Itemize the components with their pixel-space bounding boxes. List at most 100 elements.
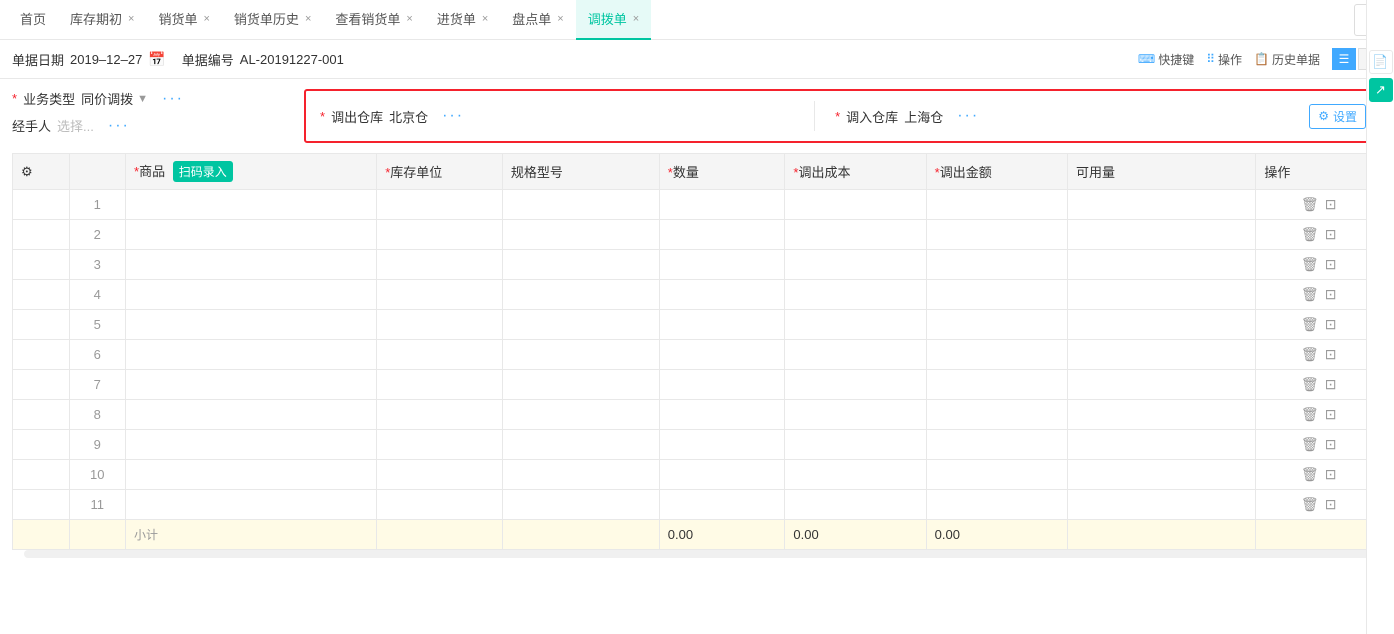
table-cell-amount-4[interactable]	[926, 280, 1067, 310]
table-cell-spec-4[interactable]	[502, 280, 659, 310]
table-cell-cost-10[interactable]	[785, 460, 926, 490]
table-cell-amount-2[interactable]	[926, 220, 1067, 250]
table-cell-amount-7[interactable]	[926, 370, 1067, 400]
table-cell-cost-9[interactable]	[785, 430, 926, 460]
tab-close-inventory[interactable]: ×	[557, 13, 563, 25]
table-cell-qty-3[interactable]	[659, 250, 785, 280]
tab-close-sales-history[interactable]: ×	[305, 13, 311, 25]
table-cell-product-4[interactable]	[126, 280, 377, 310]
tab-close-view-sales[interactable]: ×	[406, 13, 412, 25]
table-cell-unit-3[interactable]	[377, 250, 503, 280]
handler-select[interactable]: 选择...	[57, 116, 94, 135]
tab-close-purchase[interactable]: ×	[482, 13, 488, 25]
tab-sales-order[interactable]: 销货单 ×	[146, 0, 221, 40]
delete-icon-2[interactable]: 🗑	[1301, 226, 1319, 243]
table-cell-qty-4[interactable]	[659, 280, 785, 310]
shortcuts-button[interactable]: ⌨ 快捷键	[1138, 51, 1194, 68]
table-cell-spec-3[interactable]	[502, 250, 659, 280]
table-cell-product-2[interactable]	[126, 220, 377, 250]
table-cell-product-8[interactable]	[126, 400, 377, 430]
table-cell-amount-1[interactable]	[926, 190, 1067, 220]
table-cell-qty-9[interactable]	[659, 430, 785, 460]
table-settings-icon[interactable]: ⚙	[21, 164, 33, 179]
table-cell-unit-4[interactable]	[377, 280, 503, 310]
table-cell-amount-6[interactable]	[926, 340, 1067, 370]
table-cell-product-1[interactable]	[126, 190, 377, 220]
copy-icon-5[interactable]: ⊡	[1325, 316, 1337, 333]
copy-icon-2[interactable]: ⊡	[1325, 226, 1337, 243]
table-cell-unit-5[interactable]	[377, 310, 503, 340]
table-cell-spec-10[interactable]	[502, 460, 659, 490]
copy-icon-11[interactable]: ⊡	[1325, 496, 1337, 513]
table-cell-cost-3[interactable]	[785, 250, 926, 280]
delete-icon-11[interactable]: 🗑	[1301, 496, 1319, 513]
table-cell-spec-8[interactable]	[502, 400, 659, 430]
table-cell-product-11[interactable]	[126, 490, 377, 520]
tab-inventory-init[interactable]: 库存期初 ×	[58, 0, 146, 40]
handler-dots[interactable]: ···	[108, 117, 130, 135]
table-cell-qty-2[interactable]	[659, 220, 785, 250]
table-cell-product-5[interactable]	[126, 310, 377, 340]
table-cell-amount-11[interactable]	[926, 490, 1067, 520]
sidebar-notes-button[interactable]: 📄	[1369, 50, 1393, 74]
table-cell-amount-5[interactable]	[926, 310, 1067, 340]
table-cell-cost-2[interactable]	[785, 220, 926, 250]
delete-icon-4[interactable]: 🗑	[1301, 286, 1319, 303]
copy-icon-9[interactable]: ⊡	[1325, 436, 1337, 453]
tab-transfer[interactable]: 调拨单 ×	[576, 0, 651, 40]
copy-icon-10[interactable]: ⊡	[1325, 466, 1337, 483]
tab-close-sales-order[interactable]: ×	[203, 13, 209, 25]
table-cell-cost-7[interactable]	[785, 370, 926, 400]
table-cell-product-9[interactable]	[126, 430, 377, 460]
delete-icon-10[interactable]: 🗑	[1301, 466, 1319, 483]
delete-icon-6[interactable]: 🗑	[1301, 346, 1319, 363]
history-button[interactable]: 📋 历史单据	[1254, 51, 1320, 68]
table-cell-product-3[interactable]	[126, 250, 377, 280]
table-cell-unit-7[interactable]	[377, 370, 503, 400]
table-cell-qty-10[interactable]	[659, 460, 785, 490]
table-cell-cost-5[interactable]	[785, 310, 926, 340]
business-type-select[interactable]: 同价调拨 ▼	[81, 89, 148, 108]
tab-close-inventory-init[interactable]: ×	[128, 13, 134, 25]
settings-button[interactable]: ⚙ 设置	[1309, 104, 1366, 129]
table-cell-qty-1[interactable]	[659, 190, 785, 220]
table-cell-cost-6[interactable]	[785, 340, 926, 370]
horizontal-scrollbar[interactable]	[24, 550, 1370, 558]
view-list-button[interactable]: ☰	[1332, 48, 1356, 70]
table-cell-unit-1[interactable]	[377, 190, 503, 220]
transfer-out-dots[interactable]: ···	[442, 107, 464, 125]
table-cell-product-10[interactable]	[126, 460, 377, 490]
table-cell-spec-5[interactable]	[502, 310, 659, 340]
scan-enter-button[interactable]: 扫码录入	[173, 161, 233, 182]
operations-button[interactable]: ⠿ 操作	[1206, 51, 1242, 68]
table-cell-qty-7[interactable]	[659, 370, 785, 400]
table-cell-amount-8[interactable]	[926, 400, 1067, 430]
tab-inventory[interactable]: 盘点单 ×	[500, 0, 575, 40]
table-cell-spec-11[interactable]	[502, 490, 659, 520]
table-cell-spec-2[interactable]	[502, 220, 659, 250]
delete-icon-7[interactable]: 🗑	[1301, 376, 1319, 393]
table-cell-cost-4[interactable]	[785, 280, 926, 310]
table-cell-unit-11[interactable]	[377, 490, 503, 520]
table-cell-qty-8[interactable]	[659, 400, 785, 430]
delete-icon-8[interactable]: 🗑	[1301, 406, 1319, 423]
table-cell-spec-1[interactable]	[502, 190, 659, 220]
copy-icon-8[interactable]: ⊡	[1325, 406, 1337, 423]
table-cell-amount-9[interactable]	[926, 430, 1067, 460]
table-cell-cost-8[interactable]	[785, 400, 926, 430]
delete-icon-5[interactable]: 🗑	[1301, 316, 1319, 333]
copy-icon-7[interactable]: ⊡	[1325, 376, 1337, 393]
table-cell-amount-10[interactable]	[926, 460, 1067, 490]
tab-view-sales[interactable]: 查看销货单 ×	[323, 0, 424, 40]
table-cell-unit-10[interactable]	[377, 460, 503, 490]
table-cell-cost-1[interactable]	[785, 190, 926, 220]
table-cell-product-6[interactable]	[126, 340, 377, 370]
table-cell-qty-11[interactable]	[659, 490, 785, 520]
table-cell-spec-9[interactable]	[502, 430, 659, 460]
calendar-icon[interactable]: 📅	[148, 51, 165, 68]
copy-icon-4[interactable]: ⊡	[1325, 286, 1337, 303]
table-cell-spec-7[interactable]	[502, 370, 659, 400]
table-cell-amount-3[interactable]	[926, 250, 1067, 280]
copy-icon-3[interactable]: ⊡	[1325, 256, 1337, 273]
table-cell-spec-6[interactable]	[502, 340, 659, 370]
